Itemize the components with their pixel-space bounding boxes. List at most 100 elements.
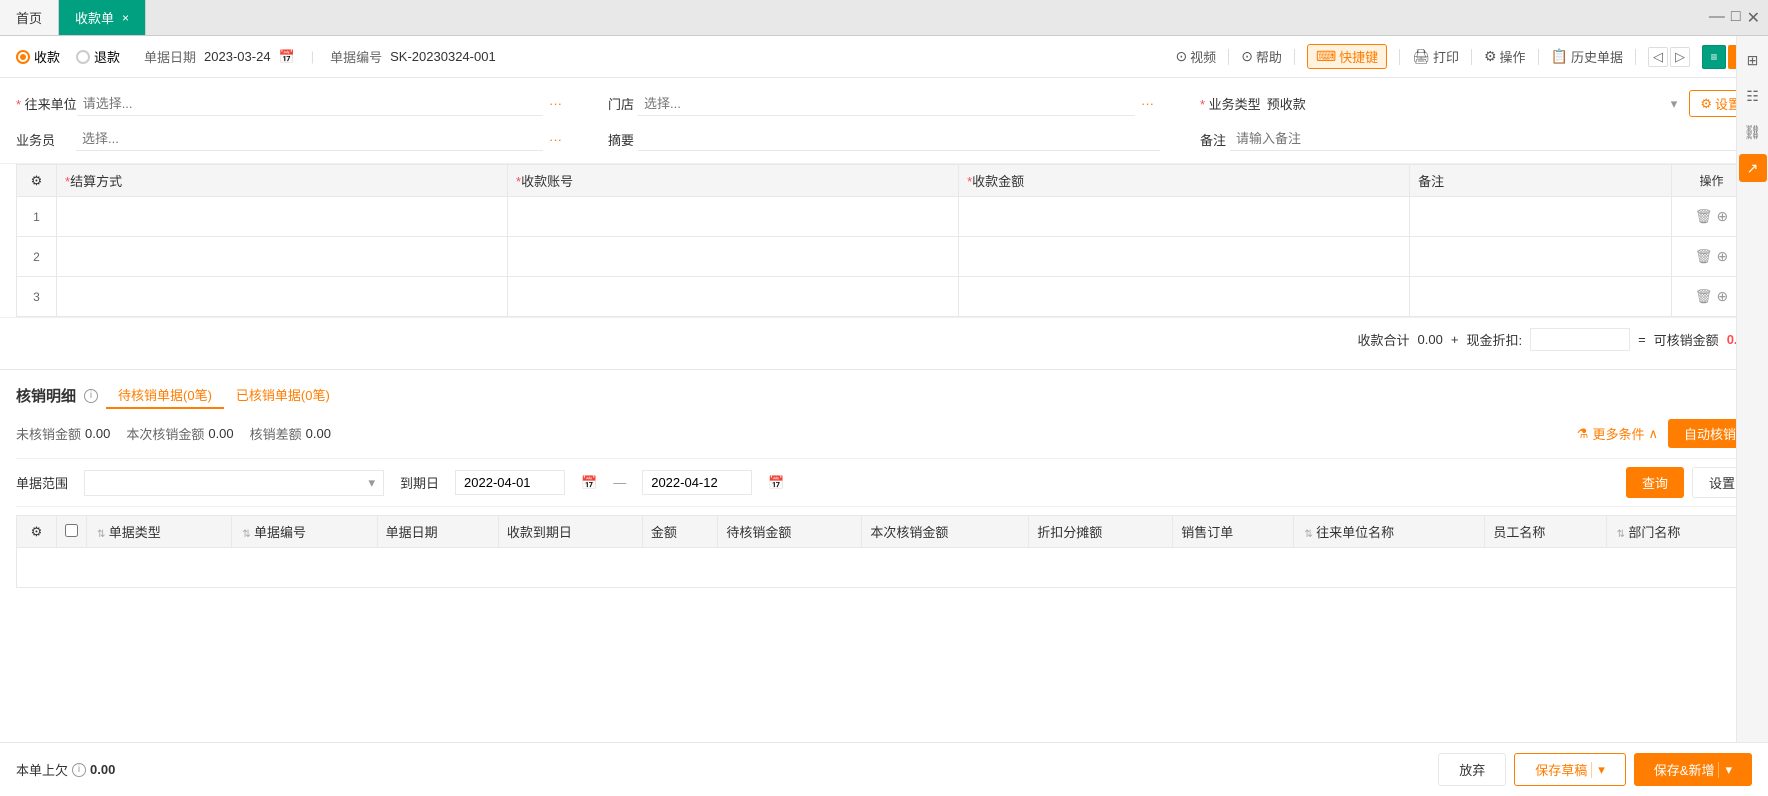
- list-view-icon[interactable]: ≡: [1702, 45, 1726, 69]
- minimize-icon[interactable]: —: [1709, 8, 1725, 28]
- bottom-info: 本单上欠 i 0.00: [16, 760, 115, 779]
- row-1-settle[interactable]: [57, 197, 508, 237]
- verify-title-text: 核销明细: [16, 385, 76, 406]
- tab-home[interactable]: 首页: [0, 0, 59, 35]
- unchecked-stat: 未核销金额 0.00: [16, 424, 110, 443]
- store-input[interactable]: [638, 92, 1135, 116]
- row-3-copy-icon[interactable]: ⊕: [1717, 288, 1729, 305]
- unchecked-label: 未核销金额: [16, 424, 81, 443]
- row-2-account[interactable]: [508, 237, 959, 277]
- operations-btn[interactable]: ⚙ 操作: [1484, 47, 1526, 66]
- prev-arrow[interactable]: ◁: [1648, 47, 1668, 67]
- tab-receipt[interactable]: 收款单 ×: [59, 0, 146, 35]
- row-2-delete-icon[interactable]: 🗑: [1695, 248, 1713, 265]
- date-range-calendar2[interactable]: 📅: [768, 475, 784, 491]
- more-conditions-btn[interactable]: ⚗ 更多条件 ∧: [1577, 424, 1658, 443]
- next-arrow[interactable]: ▷: [1670, 47, 1690, 67]
- select-all-checkbox[interactable]: [65, 524, 78, 537]
- row-1-delete-icon[interactable]: 🗑: [1695, 208, 1713, 225]
- verify-table: ⚙ ⇅ 单据类型 ⇅ 单据编号 单据日期: [16, 515, 1752, 588]
- print-btn[interactable]: 🖨 打印: [1412, 47, 1459, 66]
- remarks-input[interactable]: [1230, 127, 1752, 151]
- query-btn[interactable]: 查询: [1626, 467, 1684, 498]
- business-type-dropdown[interactable]: ▾: [1671, 96, 1678, 112]
- row-3-settle[interactable]: [57, 277, 508, 317]
- row-3-delete-icon[interactable]: 🗑: [1695, 288, 1713, 305]
- divider3: [1399, 49, 1400, 65]
- video-btn[interactable]: ⊙ 视频: [1175, 47, 1216, 66]
- info-icon[interactable]: i: [72, 763, 86, 777]
- maximize-icon[interactable]: □: [1731, 8, 1741, 28]
- counterpart-more-icon[interactable]: ···: [543, 96, 568, 111]
- discard-btn[interactable]: 放弃: [1438, 753, 1506, 786]
- unchecked-value: 0.00: [85, 426, 110, 441]
- bottom-actions: 放弃 保存草稿 ▾ 保存&新增 ▾: [1438, 753, 1752, 786]
- staff-input[interactable]: [76, 127, 543, 151]
- video-icon: ⊙: [1175, 48, 1187, 65]
- sidebar-expand-icon[interactable]: ↗: [1739, 154, 1767, 182]
- verify-settings-gear-icon[interactable]: ⚙: [31, 524, 43, 539]
- row-2-amount[interactable]: [959, 237, 1410, 277]
- tab-close-icon[interactable]: ×: [122, 11, 129, 25]
- verify-table-empty-row: [17, 548, 1752, 588]
- discount-label: 现金折扣:: [1466, 330, 1522, 349]
- sidebar-link-icon[interactable]: ⛓: [1739, 118, 1767, 146]
- col-counterpart-name: ⇅ 往来单位名称: [1294, 516, 1485, 548]
- table-settings-icon[interactable]: ⚙: [31, 173, 43, 188]
- row-3-remarks[interactable]: [1410, 277, 1672, 317]
- save-new-dropdown-icon[interactable]: ▾: [1718, 762, 1732, 778]
- row-3-amount[interactable]: [959, 277, 1410, 317]
- verify-title: 核销明细 i 待核销单据(0笔) 已核销单据(0笔): [16, 382, 1752, 409]
- shortcut-label: 快捷键: [1339, 47, 1378, 66]
- diff-value: 0.00: [306, 426, 331, 441]
- shortcut-btn[interactable]: ⌨ 快捷键: [1307, 44, 1387, 69]
- row-2-settle[interactable]: [57, 237, 508, 277]
- radio-receipt-label: 收款: [34, 47, 60, 66]
- radio-receipt[interactable]: 收款: [16, 47, 60, 66]
- row-2-remarks[interactable]: [1410, 237, 1672, 277]
- save-new-btn[interactable]: 保存&新增 ▾: [1634, 753, 1752, 786]
- history-btn[interactable]: 📋 历史单据: [1551, 47, 1623, 66]
- summary-input[interactable]: [638, 127, 1160, 151]
- col-checkbox[interactable]: [57, 516, 87, 548]
- staff-more-icon[interactable]: ···: [543, 132, 568, 147]
- table-settings-header[interactable]: ⚙: [17, 165, 57, 197]
- counterpart-input[interactable]: [77, 92, 543, 116]
- save-draft-btn[interactable]: 保存草稿 ▾: [1514, 753, 1626, 786]
- col-account: *收款账号: [508, 165, 959, 197]
- verify-table-settings[interactable]: ⚙: [17, 516, 57, 548]
- radio-refund[interactable]: 退款: [76, 47, 120, 66]
- date-end-input[interactable]: [642, 470, 752, 495]
- counterpart-label: 往来单位: [16, 94, 77, 113]
- date-start-input[interactable]: [455, 470, 565, 495]
- sidebar-list-icon[interactable]: ☷: [1739, 82, 1767, 110]
- row-3-account[interactable]: [508, 277, 959, 317]
- radio-refund-circle: [76, 50, 90, 64]
- store-field: 门店 ···: [608, 92, 1160, 116]
- sidebar-table-icon[interactable]: ⊞: [1739, 46, 1767, 74]
- window-close-icon[interactable]: ✕: [1747, 8, 1760, 28]
- order-value: 0.00: [90, 762, 115, 777]
- row-1-amount[interactable]: [959, 197, 1410, 237]
- staff-field: 业务员 ···: [16, 127, 568, 151]
- discount-input[interactable]: [1530, 328, 1630, 351]
- toolbar-right: ⊙ 视频 ⊙ 帮助 ⌨ 快捷键 🖨 打印 ⚙ 操作: [1175, 44, 1752, 69]
- range-label: 单据范围: [16, 473, 68, 492]
- date-range-calendar1[interactable]: 📅: [581, 475, 597, 491]
- row-1-account[interactable]: [508, 197, 959, 237]
- row-1-copy-icon[interactable]: ⊕: [1717, 208, 1729, 225]
- row-1-remarks[interactable]: [1410, 197, 1672, 237]
- verify-info-icon[interactable]: i: [84, 389, 98, 403]
- range-select[interactable]: ▾: [84, 470, 384, 496]
- calendar-icon[interactable]: 📅: [279, 49, 295, 65]
- tab-pending[interactable]: 待核销单据(0笔): [106, 382, 224, 409]
- equals-sign: =: [1638, 332, 1646, 347]
- help-btn[interactable]: ⊙ 帮助: [1241, 47, 1282, 66]
- settings-gear-icon: ⚙: [1700, 96, 1712, 112]
- operations-label: 操作: [1500, 47, 1526, 66]
- save-draft-dropdown-icon[interactable]: ▾: [1591, 762, 1605, 778]
- tab-done[interactable]: 已核销单据(0笔): [224, 382, 342, 409]
- col-pending-amount: 待核销金额: [718, 516, 862, 548]
- row-2-copy-icon[interactable]: ⊕: [1717, 248, 1729, 265]
- store-more-icon[interactable]: ···: [1135, 96, 1160, 111]
